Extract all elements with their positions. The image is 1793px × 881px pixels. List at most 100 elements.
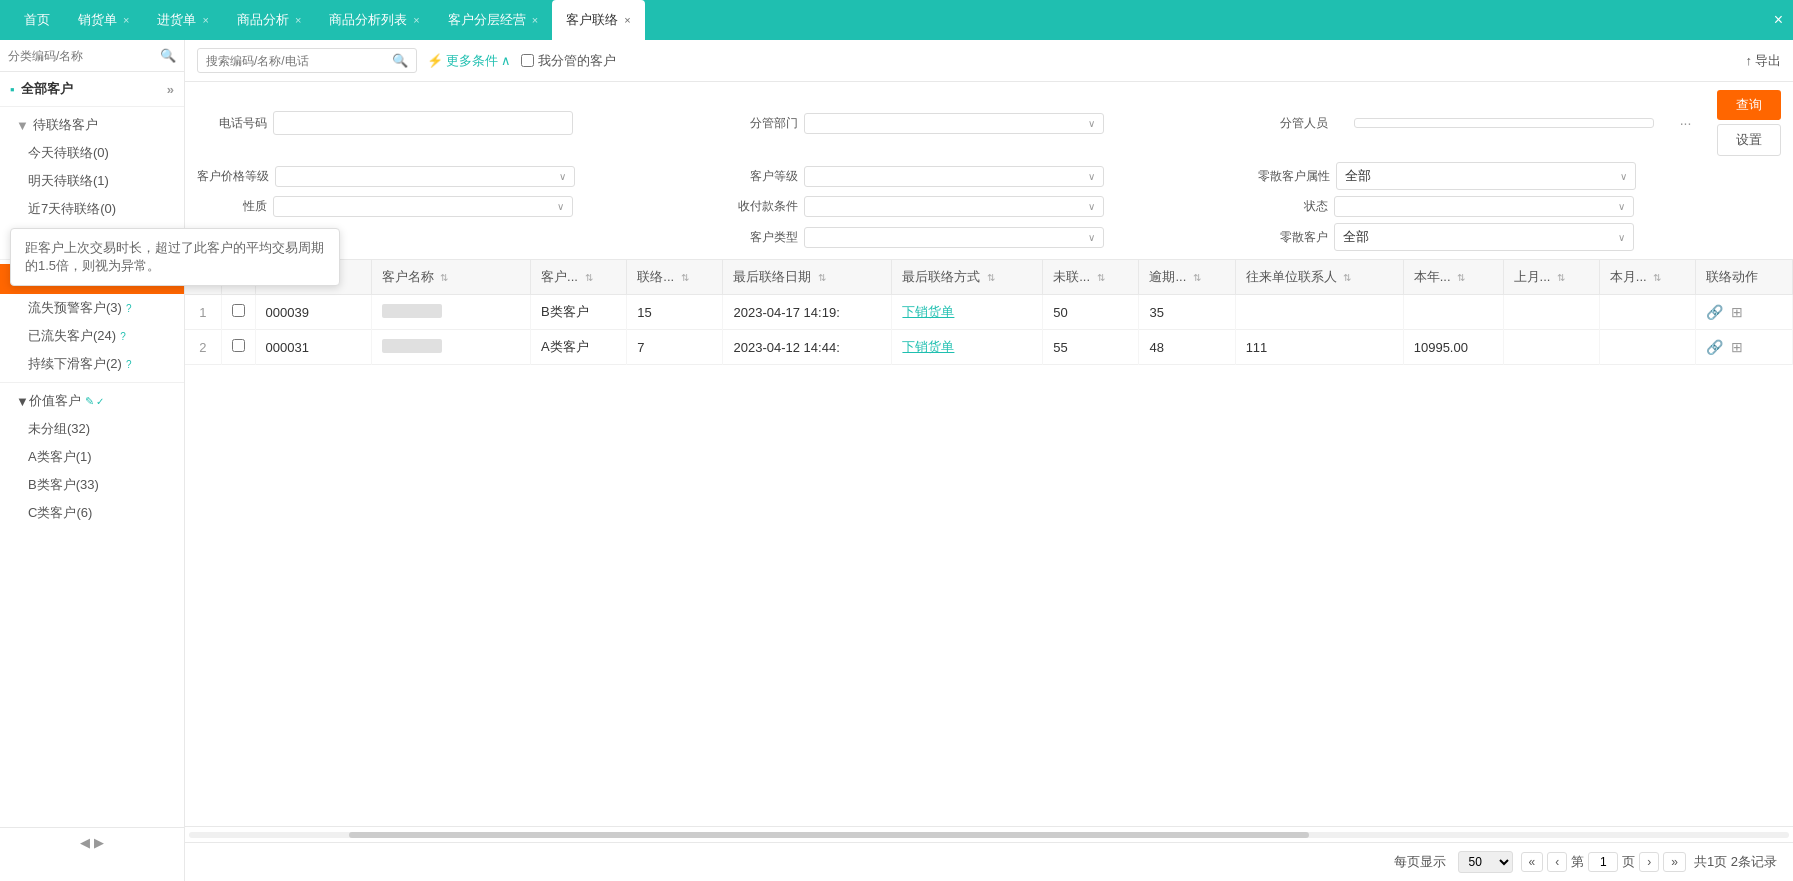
filter-pricelevel-label: 客户价格等级 — [197, 168, 269, 185]
filter-retailattr-dropdown[interactable]: 全部 ∨ — [1336, 162, 1636, 190]
nav-customer-contact-close[interactable]: × — [624, 14, 630, 26]
sidebar-bottom-arrow[interactable]: ◀ ▶ — [0, 827, 184, 857]
filter-status-dropdown[interactable]: ∨ — [1334, 196, 1634, 217]
filter-customerlevel-arrow: ∨ — [1088, 171, 1095, 182]
filter-phone-cell: 电话号码 — [197, 111, 720, 135]
expand-icon: ▪ — [10, 82, 15, 97]
sort-contactperson-icon: ⇅ — [1343, 272, 1351, 283]
col-current-year[interactable]: 本年... ⇅ — [1403, 260, 1503, 295]
filter-customerlevel-dropdown[interactable]: ∨ — [804, 166, 1104, 187]
row-1-link-icon[interactable]: 🔗 — [1706, 304, 1723, 320]
nav-sales-order-close[interactable]: × — [123, 14, 129, 26]
nav-product-analysis-list[interactable]: 商品分析列表 × — [315, 0, 433, 40]
col-level[interactable]: 客户... ⇅ — [531, 260, 627, 295]
sidebar-item-declining[interactable]: 持续下滑客户(2) ? — [0, 350, 184, 378]
filter-customerlevel-cell: 客户等级 ∨ — [728, 166, 1251, 187]
value-info-icon: ✓ — [96, 396, 104, 407]
all-customers-header[interactable]: ▪ 全部客户 » — [0, 72, 184, 107]
pending-contact-header[interactable]: ▼ 待联络客户 — [0, 111, 184, 139]
settings-button[interactable]: 设置 — [1717, 124, 1781, 156]
my-customers-checkbox[interactable] — [521, 54, 534, 67]
nav-customer-contact[interactable]: 客户联络 × — [552, 0, 644, 40]
filter-manager-input[interactable] — [1354, 118, 1654, 128]
sidebar-collapse-btn[interactable]: » — [167, 82, 174, 97]
filter-dept-dropdown[interactable]: ∨ — [804, 113, 1104, 134]
sidebar-item-b-class[interactable]: B类客户(33) — [0, 471, 184, 499]
first-page-btn[interactable]: « — [1521, 852, 1544, 872]
col-last-month[interactable]: 上月... ⇅ — [1503, 260, 1599, 295]
filter-retailcustomer-dropdown[interactable]: 全部 ∨ — [1334, 223, 1634, 251]
filter-pricelevel-dropdown[interactable]: ∨ — [275, 166, 575, 187]
nav-purchase-order-close[interactable]: × — [202, 14, 208, 26]
sidebar-item-unclassified[interactable]: 未分组(32) — [0, 415, 184, 443]
nav-customer-stratification-close[interactable]: × — [532, 14, 538, 26]
nav-purchase-order[interactable]: 进货单 × — [143, 0, 222, 40]
row-2-method-link[interactable]: 下销货单 — [902, 339, 954, 354]
col-last-method[interactable]: 最后联络方式 ⇅ — [892, 260, 1043, 295]
sidebar-search-input[interactable] — [8, 49, 160, 63]
sidebar-item-a-class[interactable]: A类客户(1) — [0, 443, 184, 471]
sidebar-item-tomorrow[interactable]: 明天待联络(1) — [0, 167, 184, 195]
filter-manager-dots[interactable]: ··· — [1680, 115, 1692, 131]
row-num-2: 2 — [185, 330, 221, 365]
row-2-checkbox[interactable] — [232, 339, 245, 352]
row-1-grid-icon[interactable]: ⊞ — [1731, 304, 1743, 320]
col-name[interactable]: 客户名称 ⇅ — [371, 260, 530, 295]
col-overdue[interactable]: 逾期... ⇅ — [1139, 260, 1235, 295]
filter-phone-input[interactable] — [273, 111, 573, 135]
filter-dept-cell: 分管部门 ∨ — [728, 113, 1251, 134]
chevron-down-icon: ∧ — [501, 53, 511, 68]
filter-dept-label: 分管部门 — [728, 115, 798, 132]
col-last-date[interactable]: 最后联络日期 ⇅ — [723, 260, 892, 295]
filter-gender-dropdown[interactable]: ∨ — [273, 196, 573, 217]
filter-payterms-label: 收付款条件 — [728, 198, 798, 215]
row-1-method-link[interactable]: 下销货单 — [902, 304, 954, 319]
filter-customertype-cell: 客户类型 ∨ — [728, 227, 1251, 248]
prev-page-btn[interactable]: ‹ — [1547, 852, 1567, 872]
filter-status-cell: 状态 ∨ — [1258, 196, 1781, 217]
search-button-icon[interactable]: 🔍 — [392, 53, 408, 68]
nav-product-analysis-list-close[interactable]: × — [413, 14, 419, 26]
nav-sales-order[interactable]: 销货单 × — [64, 0, 143, 40]
col-contact-person[interactable]: 往来单位联系人 ⇅ — [1235, 260, 1403, 295]
edit-icon[interactable]: ✎ — [85, 395, 94, 408]
row-1-current-month — [1599, 295, 1695, 330]
tooltip-popup: 距客户上次交易时长，超过了此客户的平均交易周期的1.5倍，则视为异常。 — [10, 228, 185, 286]
row-1-last-month — [1503, 295, 1599, 330]
sort-name-icon: ⇅ — [440, 272, 448, 283]
sidebar-item-lost[interactable]: 已流失客户(24) ? — [0, 322, 184, 350]
nav-product-analysis-close[interactable]: × — [295, 14, 301, 26]
row-1-checkbox[interactable] — [232, 304, 245, 317]
next-page-btn[interactable]: › — [1639, 852, 1659, 872]
nav-customer-stratification[interactable]: 客户分层经营 × — [434, 0, 552, 40]
sidebar-item-7days[interactable]: 近7天待联络(0) — [0, 195, 184, 223]
sidebar-item-c-class[interactable]: C类客户(6) — [0, 499, 184, 527]
row-2-link-icon[interactable]: 🔗 — [1706, 339, 1723, 355]
search-input[interactable] — [206, 54, 392, 68]
page-number-input[interactable] — [1588, 852, 1618, 872]
nav-product-analysis[interactable]: 商品分析 × — [223, 0, 315, 40]
row-2-grid-icon[interactable]: ⊞ — [1731, 339, 1743, 355]
sidebar-item-loss-warning[interactable]: 流失预警客户(3) ? — [0, 294, 184, 322]
col-current-month[interactable]: 本月... ⇅ — [1599, 260, 1695, 295]
row-checkbox-1 — [221, 295, 255, 330]
row-2-name — [371, 330, 530, 365]
row-1-contact-person — [1235, 295, 1403, 330]
col-actions: 联络动作 — [1695, 260, 1792, 295]
filter-customerlevel-label: 客户等级 — [728, 168, 798, 185]
export-button[interactable]: ↑ 导出 — [1746, 52, 1782, 70]
last-page-btn[interactable]: » — [1663, 852, 1686, 872]
col-contact[interactable]: 联络... ⇅ — [627, 260, 723, 295]
sidebar-search-icon[interactable]: 🔍 — [160, 48, 176, 63]
query-button[interactable]: 查询 — [1717, 90, 1781, 120]
window-close-button[interactable]: × — [1774, 11, 1783, 29]
value-customer-header[interactable]: ▼ 价值客户 ✎ ✓ — [0, 387, 184, 415]
filter-customertype-dropdown[interactable]: ∨ — [804, 227, 1104, 248]
nav-home[interactable]: 首页 — [10, 0, 64, 40]
more-conditions-btn[interactable]: ⚡ 更多条件 ∧ — [427, 52, 511, 70]
sidebar-item-today[interactable]: 今天待联络(0) — [0, 139, 184, 167]
filter-payterms-dropdown[interactable]: ∨ — [804, 196, 1104, 217]
per-page-select[interactable]: 50 20 100 — [1458, 851, 1513, 873]
horizontal-scroll-area[interactable] — [185, 826, 1793, 842]
col-uncontacted[interactable]: 未联... ⇅ — [1043, 260, 1139, 295]
